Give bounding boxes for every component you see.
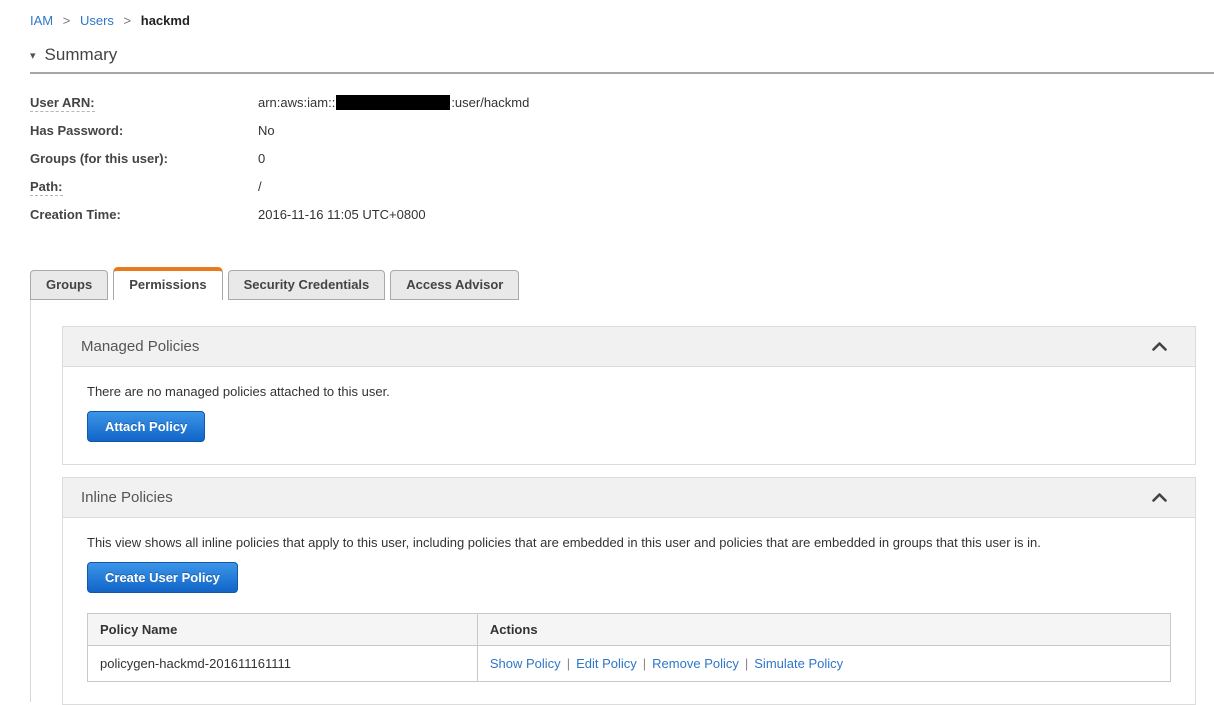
managed-policies-section: Managed Policies There are no managed po… bbox=[62, 326, 1196, 465]
remove-policy-link[interactable]: Remove Policy bbox=[652, 656, 739, 671]
edit-policy-link[interactable]: Edit Policy bbox=[576, 656, 637, 671]
summary-title: Summary bbox=[44, 45, 118, 64]
triangle-collapse-icon[interactable]: ▾ bbox=[30, 49, 36, 62]
column-header-policy-name: Policy Name bbox=[87, 613, 478, 646]
chevron-up-icon[interactable] bbox=[1152, 493, 1167, 502]
groups-label: Groups (for this user): bbox=[30, 150, 168, 166]
path-label-text: Path: bbox=[30, 178, 63, 196]
link-separator: | bbox=[744, 656, 749, 671]
policy-name-cell: policygen-hackmd-201611161111 bbox=[100, 656, 292, 671]
show-policy-link[interactable]: Show Policy bbox=[490, 656, 561, 671]
breadcrumb-current-user: hackmd bbox=[140, 13, 190, 28]
simulate-policy-link[interactable]: Simulate Policy bbox=[754, 656, 843, 671]
summary-section-header: ▾ Summary bbox=[30, 45, 1214, 74]
inline-policies-description: This view shows all inline policies that… bbox=[87, 535, 1041, 550]
tab-security-credentials[interactable]: Security Credentials bbox=[227, 270, 386, 300]
tab-bar: Groups Permissions Security Credentials … bbox=[30, 267, 1214, 300]
link-separator: | bbox=[566, 656, 571, 671]
groups-value: 0 bbox=[258, 150, 266, 166]
create-user-policy-button[interactable]: Create User Policy bbox=[87, 562, 238, 593]
tab-groups[interactable]: Groups bbox=[30, 270, 109, 300]
managed-policies-body: There are no managed policies attached t… bbox=[63, 367, 1195, 464]
creation-time-label: Creation Time: bbox=[30, 206, 121, 222]
tab-permissions[interactable]: Permissions bbox=[113, 267, 223, 300]
inline-policies-table: Policy Name Actions policygen-hackmd-201… bbox=[87, 613, 1171, 682]
breadcrumb-link-iam[interactable]: IAM bbox=[30, 13, 53, 28]
table-row: policygen-hackmd-201611161111 Show Polic… bbox=[88, 645, 1171, 682]
tab-access-advisor[interactable]: Access Advisor bbox=[390, 270, 520, 300]
policy-actions-cell: Show Policy | Edit Policy | Remove Policy | Si… bbox=[476, 645, 1171, 682]
column-header-actions: Actions bbox=[476, 613, 1171, 646]
breadcrumb-separator: > bbox=[62, 13, 71, 28]
field-row-has-password: Has Password: No bbox=[30, 116, 1214, 144]
breadcrumb-link-users[interactable]: Users bbox=[80, 13, 114, 28]
field-row-user-arn: User ARN: arn:aws:iam:::user/hackmd bbox=[30, 88, 1214, 116]
redacted-account-id bbox=[336, 94, 451, 110]
inline-policies-body: This view shows all inline policies that… bbox=[63, 518, 1195, 704]
managed-policies-empty-text: There are no managed policies attached t… bbox=[87, 384, 390, 399]
path-label: Path: bbox=[30, 178, 258, 196]
table-header-row: Policy Name Actions bbox=[87, 613, 1171, 646]
field-row-groups: Groups (for this user): 0 bbox=[30, 144, 1214, 172]
managed-policies-header: Managed Policies bbox=[63, 327, 1195, 367]
creation-time-value: 2016-11-16 11:05 UTC+0800 bbox=[258, 206, 426, 222]
user-arn-label-text: User ARN: bbox=[30, 94, 95, 112]
inline-policies-section: Inline Policies This view shows all inli… bbox=[62, 477, 1196, 705]
user-arn-prefix: arn:aws:iam:: bbox=[258, 94, 336, 110]
chevron-up-icon[interactable] bbox=[1152, 342, 1167, 351]
has-password-value: No bbox=[258, 122, 275, 138]
inline-policies-header: Inline Policies bbox=[63, 478, 1195, 518]
managed-policies-title: Managed Policies bbox=[81, 338, 200, 355]
link-separator: | bbox=[642, 656, 647, 671]
field-row-creation-time: Creation Time: 2016-11-16 11:05 UTC+0800 bbox=[30, 200, 1214, 228]
user-arn-suffix: :user/hackmd bbox=[451, 94, 530, 110]
field-row-path: Path: / bbox=[30, 172, 1214, 200]
attach-policy-button[interactable]: Attach Policy bbox=[87, 411, 206, 442]
breadcrumb-separator: > bbox=[123, 13, 132, 28]
breadcrumb: IAM > Users > hackmd bbox=[0, 0, 1214, 28]
summary-fields: User ARN: arn:aws:iam:::user/hackmd Has … bbox=[30, 88, 1214, 228]
user-arn-value: arn:aws:iam:::user/hackmd bbox=[258, 94, 530, 110]
user-arn-label: User ARN: bbox=[30, 94, 258, 112]
permissions-tab-panel: Managed Policies There are no managed po… bbox=[30, 300, 1214, 705]
has-password-label: Has Password: bbox=[30, 122, 124, 138]
inline-policies-title: Inline Policies bbox=[81, 489, 173, 506]
path-value: / bbox=[258, 178, 262, 194]
